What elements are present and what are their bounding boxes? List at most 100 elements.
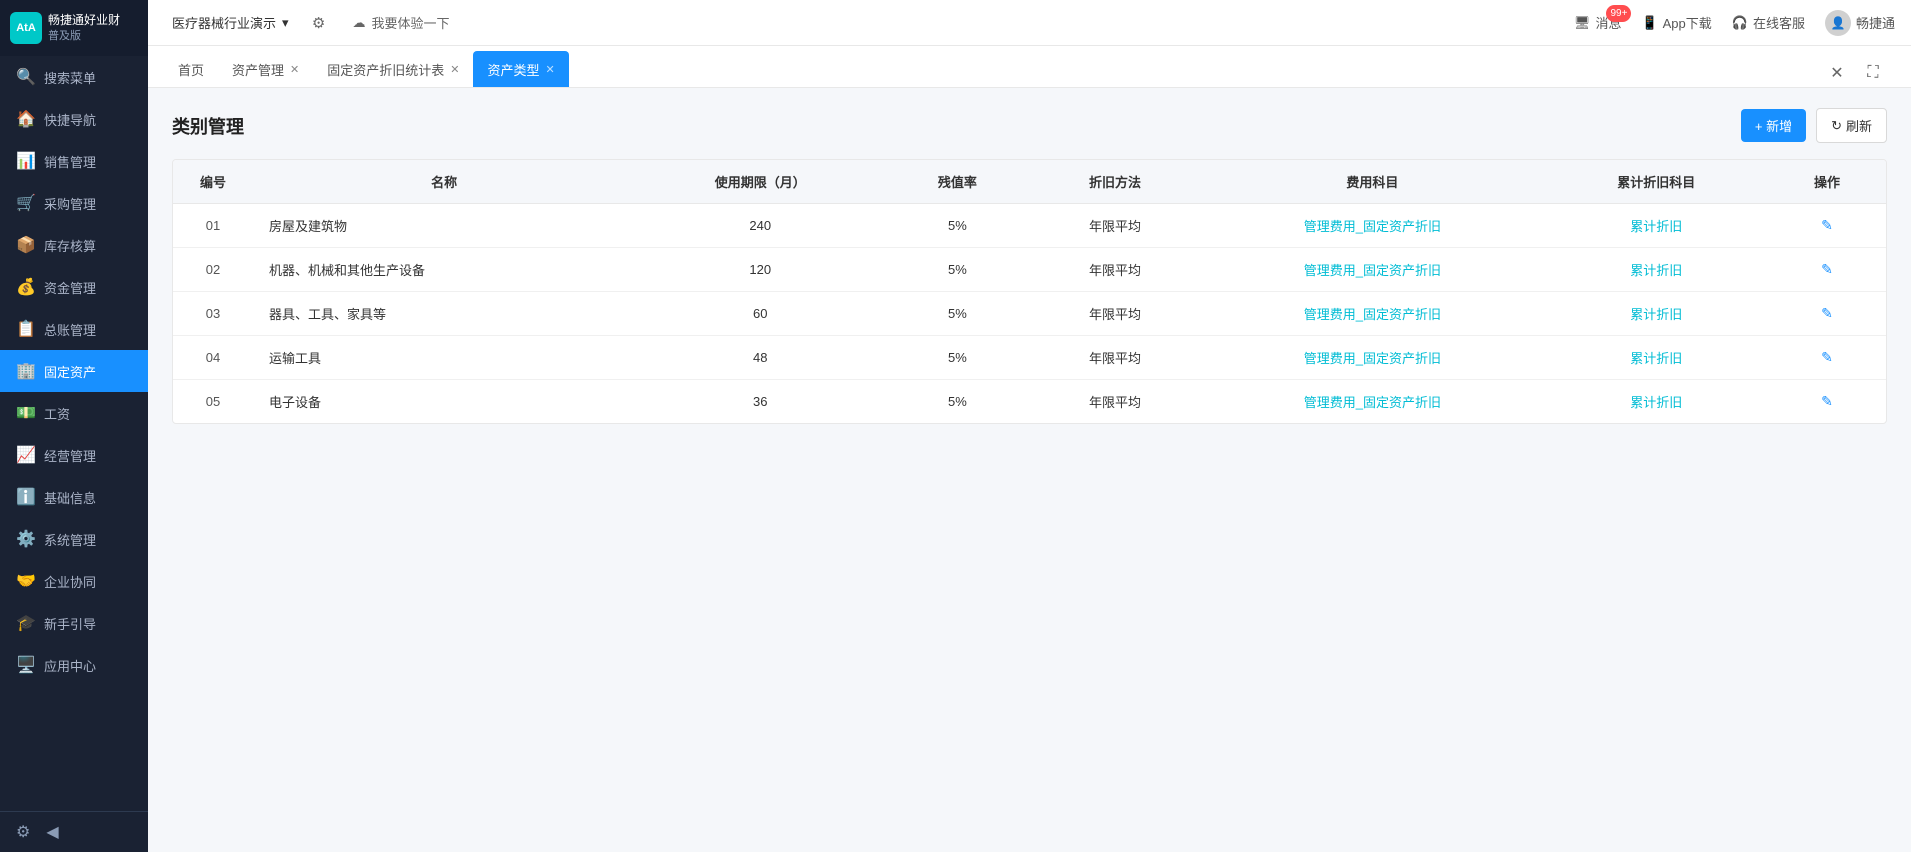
cell-expense: 管理费用_固定资产折旧: [1200, 380, 1544, 424]
operations-icon: 📈: [16, 445, 34, 465]
sidebar-label-enterprise: 企业协同: [44, 572, 96, 591]
edit-icon[interactable]: ✎: [1821, 305, 1833, 321]
sidebar-label-system: 系统管理: [44, 530, 96, 549]
table-row: 05 电子设备 36 5% 年限平均 管理费用_固定资产折旧 累计折旧 ✎: [173, 380, 1886, 424]
sidebar-item-search[interactable]: 🔍 搜索菜单: [0, 56, 148, 98]
cell-expense: 管理费用_固定资产折旧: [1200, 292, 1544, 336]
sidebar-item-enterprise[interactable]: 🤝 企业协同: [0, 560, 148, 602]
cell-period: 240: [635, 204, 885, 248]
sidebar-item-ledger[interactable]: 📋 总账管理: [0, 308, 148, 350]
message-badge: 99+: [1606, 5, 1631, 22]
sidebar-item-fixed-assets[interactable]: 🏢 固定资产: [0, 350, 148, 392]
tab-depreciation-report[interactable]: 固定资产折旧统计表 ✕: [313, 51, 473, 87]
col-residual: 残值率: [885, 160, 1029, 204]
cell-residual: 5%: [885, 336, 1029, 380]
tab-asset-mgmt[interactable]: 资产管理 ✕: [218, 51, 313, 87]
refresh-button[interactable]: ↻ 刷新: [1816, 108, 1887, 143]
edit-icon[interactable]: ✎: [1821, 217, 1833, 233]
page-title: 类别管理: [172, 113, 244, 139]
user-label: 畅捷通: [1856, 13, 1895, 32]
maximize-window-icon[interactable]: ⛶: [1859, 59, 1887, 87]
cell-method: 年限平均: [1030, 380, 1201, 424]
company-settings-icon[interactable]: ⚙: [305, 9, 333, 37]
message-icon: 🖥: [1574, 15, 1591, 31]
sidebar-bottom: ⚙ ◀: [0, 811, 148, 852]
logo-icon: AtA: [10, 12, 42, 44]
tab-depreciation-close-icon[interactable]: ✕: [450, 63, 459, 76]
tab-asset-type-close-icon[interactable]: ✕: [546, 63, 555, 76]
sidebar-item-inventory[interactable]: 📦 库存核算: [0, 224, 148, 266]
cell-period: 120: [635, 248, 885, 292]
cell-action: ✎: [1768, 204, 1886, 248]
sidebar-logo: AtA 畅捷通好业财 普及版: [0, 0, 148, 56]
cell-id: 01: [173, 204, 253, 248]
sidebar-label-basic-info: 基础信息: [44, 488, 96, 507]
tab-asset-type-label: 资产类型: [487, 60, 539, 79]
sidebar-label-quick-nav: 快捷导航: [44, 110, 96, 129]
app-download-action[interactable]: 📱 App下载: [1641, 13, 1711, 32]
table-header-row: 编号 名称 使用期限（月） 残值率 折旧方法 费用科目 累计折旧科目 操作: [173, 160, 1886, 204]
add-button[interactable]: + 新增: [1741, 109, 1806, 142]
user-action[interactable]: 👤 畅捷通: [1825, 10, 1895, 36]
sidebar-label-fixed-assets: 固定资产: [44, 362, 96, 381]
guide-icon: 🎓: [16, 613, 34, 633]
main-content: 医疗器械行业演示 ▾ ⚙ ☁ 我要体验一下 🖥 消息 99+ 📱 App下载 🎧…: [148, 0, 1911, 852]
basic-info-icon: ℹ️: [16, 487, 34, 507]
cell-residual: 5%: [885, 292, 1029, 336]
topbar: 医疗器械行业演示 ▾ ⚙ ☁ 我要体验一下 🖥 消息 99+ 📱 App下载 🎧…: [148, 0, 1911, 46]
company-selector[interactable]: 医疗器械行业演示 ▾: [164, 9, 297, 36]
headset-icon: 🎧: [1732, 15, 1748, 31]
sidebar-item-sales[interactable]: 📊 销售管理: [0, 140, 148, 182]
search-icon: 🔍: [16, 67, 34, 87]
col-method: 折旧方法: [1030, 160, 1201, 204]
phone-icon: 📱: [1641, 15, 1657, 31]
cell-id: 04: [173, 336, 253, 380]
sidebar-label-purchase: 采购管理: [44, 194, 96, 213]
cell-id: 02: [173, 248, 253, 292]
experience-button[interactable]: ☁ 我要体验一下: [353, 13, 450, 32]
tab-asset-mgmt-close-icon[interactable]: ✕: [290, 63, 299, 76]
sidebar-item-guide[interactable]: 🎓 新手引导: [0, 602, 148, 644]
sidebar-item-quick-nav[interactable]: 🏠 快捷导航: [0, 98, 148, 140]
table-row: 03 器具、工具、家具等 60 5% 年限平均 管理费用_固定资产折旧 累计折旧…: [173, 292, 1886, 336]
sidebar-item-basic-info[interactable]: ℹ️ 基础信息: [0, 476, 148, 518]
sales-icon: 📊: [16, 151, 34, 171]
tabbar: 首页 资产管理 ✕ 固定资产折旧统计表 ✕ 资产类型 ✕ ✕ ⛶: [148, 46, 1911, 88]
edit-icon[interactable]: ✎: [1821, 393, 1833, 409]
cell-residual: 5%: [885, 248, 1029, 292]
customer-service-action[interactable]: 🎧 在线客服: [1732, 13, 1805, 32]
tab-asset-type[interactable]: 资产类型 ✕: [473, 51, 568, 87]
data-table: 编号 名称 使用期限（月） 残值率 折旧方法 费用科目 累计折旧科目 操作 01…: [172, 159, 1887, 424]
topbar-right: 🖥 消息 99+ 📱 App下载 🎧 在线客服 👤 畅捷通: [1574, 10, 1895, 36]
close-window-icon[interactable]: ✕: [1823, 59, 1851, 87]
sidebar-label-payroll: 工资: [44, 404, 70, 423]
sidebar-item-system[interactable]: ⚙️ 系统管理: [0, 518, 148, 560]
table-row: 02 机器、机械和其他生产设备 120 5% 年限平均 管理费用_固定资产折旧 …: [173, 248, 1886, 292]
content-area: 类别管理 + 新增 ↻ 刷新 编号 名称 使用期限（月） 残值率 折旧方法: [148, 88, 1911, 852]
col-expense: 费用科目: [1200, 160, 1544, 204]
fixed-assets-icon: 🏢: [16, 361, 34, 381]
edit-icon[interactable]: ✎: [1821, 261, 1833, 277]
sidebar-item-purchase[interactable]: 🛒 采购管理: [0, 182, 148, 224]
cell-expense: 管理费用_固定资产折旧: [1200, 248, 1544, 292]
cell-period: 60: [635, 292, 885, 336]
tab-home[interactable]: 首页: [164, 51, 218, 87]
sidebar-toggle-icon[interactable]: ◀: [46, 822, 58, 842]
message-action[interactable]: 🖥 消息 99+: [1574, 13, 1622, 32]
sidebar-item-app-center[interactable]: 🖥️ 应用中心: [0, 644, 148, 686]
sidebar-item-payroll[interactable]: 💵 工资: [0, 392, 148, 434]
sidebar: AtA 畅捷通好业财 普及版 🔍 搜索菜单 🏠 快捷导航 📊 销售管理 🛒 采购…: [0, 0, 148, 852]
refresh-label: 刷新: [1846, 116, 1872, 135]
tab-home-label: 首页: [178, 60, 204, 79]
edit-icon[interactable]: ✎: [1821, 349, 1833, 365]
sidebar-item-capital[interactable]: 💰 资金管理: [0, 266, 148, 308]
sidebar-item-operations[interactable]: 📈 经营管理: [0, 434, 148, 476]
payroll-icon: 💵: [16, 403, 34, 423]
table-row: 04 运输工具 48 5% 年限平均 管理费用_固定资产折旧 累计折旧 ✎: [173, 336, 1886, 380]
sidebar-settings-icon[interactable]: ⚙: [16, 822, 30, 842]
purchase-icon: 🛒: [16, 193, 34, 213]
page-header: 类别管理 + 新增 ↻ 刷新: [172, 108, 1887, 143]
sidebar-label-app-center: 应用中心: [44, 656, 96, 675]
sidebar-label-guide: 新手引导: [44, 614, 96, 633]
cell-expense: 管理费用_固定资产折旧: [1200, 204, 1544, 248]
